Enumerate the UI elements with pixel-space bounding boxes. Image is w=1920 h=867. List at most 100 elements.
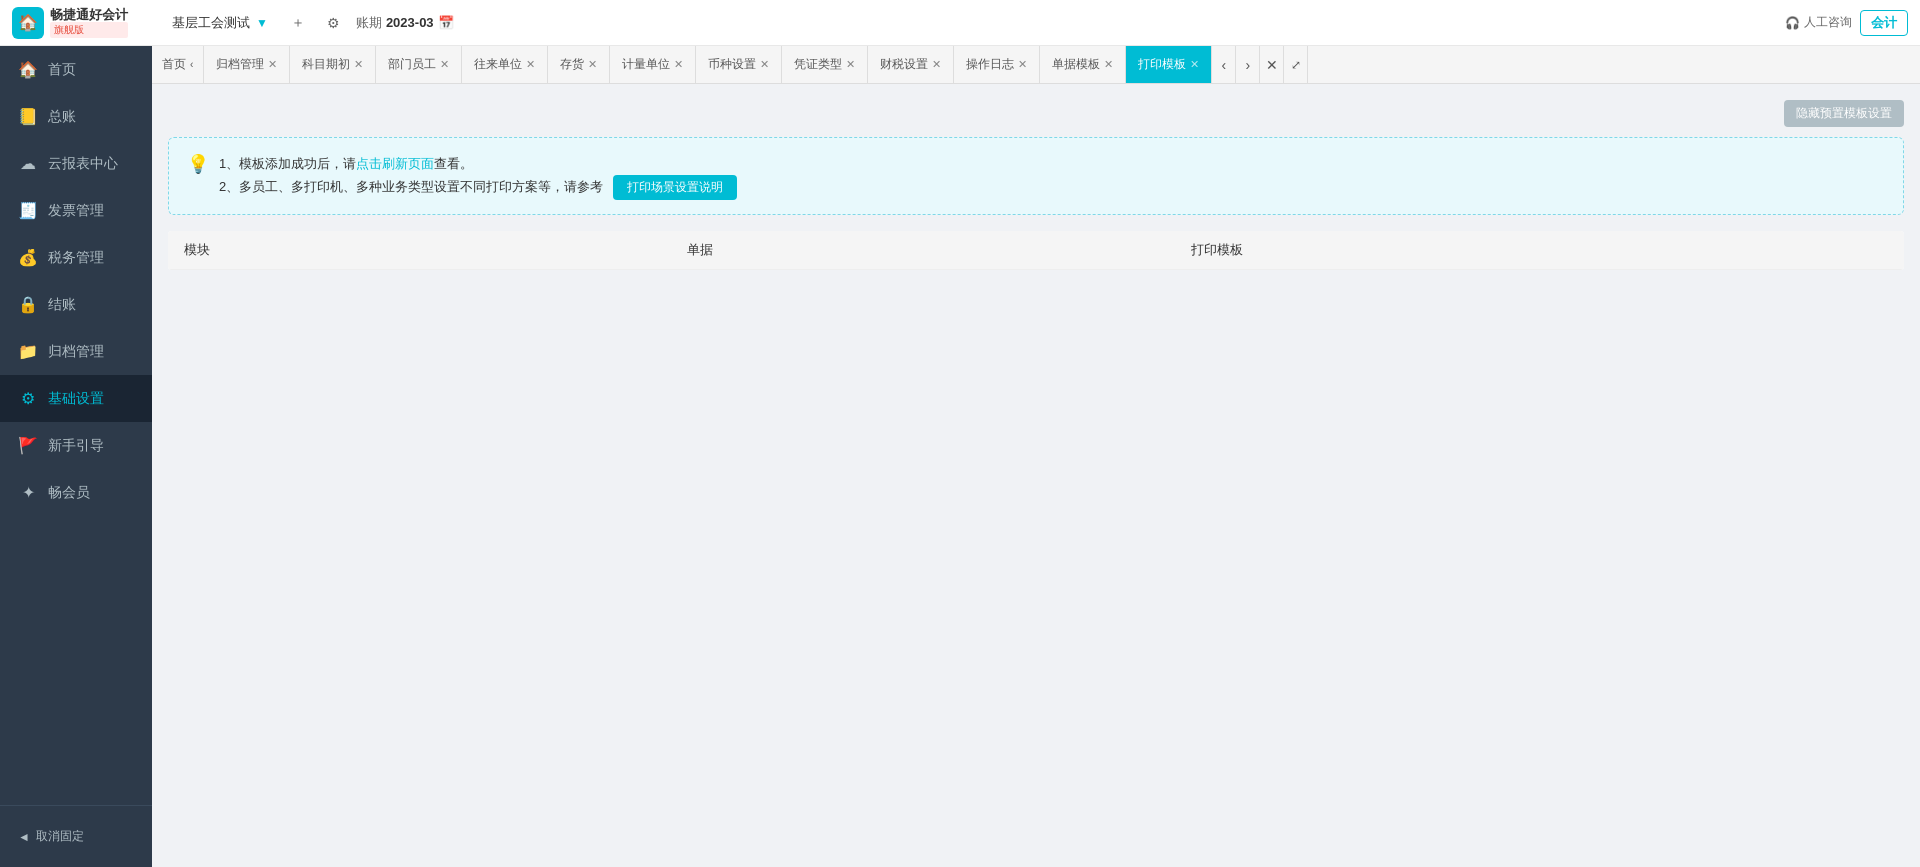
settle-icon: 🔒 xyxy=(18,295,38,314)
invoice-icon: 🧾 xyxy=(18,201,38,220)
settings-icon: ⚙ xyxy=(18,389,38,408)
tab-label-subject-init: 科目期初 xyxy=(302,56,350,73)
table-header: 模块 单据 打印模板 xyxy=(168,231,1904,270)
tab-close-subject-init[interactable]: ✕ xyxy=(354,58,363,71)
sidebar-item-invoice[interactable]: 🧾 发票管理 xyxy=(0,187,152,234)
print-template-table: 模块 单据 打印模板 xyxy=(168,231,1904,270)
tab-close-all-button[interactable]: ✕ xyxy=(1260,46,1284,83)
lightbulb-icon: 💡 xyxy=(187,153,209,175)
sidebar-item-settings[interactable]: ⚙ 基础设置 xyxy=(0,375,152,422)
tab-home[interactable]: 首页 ‹ xyxy=(152,46,204,83)
tab-close-inventory[interactable]: ✕ xyxy=(588,58,597,71)
info-box: 💡 1、模板添加成功后，请点击刷新页面查看。 2、多员工、多打印机、多种业务类型… xyxy=(168,137,1904,215)
tab-label-tax-settings: 财税设置 xyxy=(880,56,928,73)
dropdown-arrow-icon: ▼ xyxy=(256,16,268,30)
header-right: 🎧 人工咨询 会计 xyxy=(1785,10,1908,36)
sidebar-item-guide[interactable]: 🚩 新手引导 xyxy=(0,422,152,469)
tab-close-op-log[interactable]: ✕ xyxy=(1018,58,1027,71)
period-label: 账期 xyxy=(356,14,382,32)
tab-close-tax-settings[interactable]: ✕ xyxy=(932,58,941,71)
period-value: 2023-03 xyxy=(386,15,434,30)
col-bill: 单据 xyxy=(671,231,1174,270)
service-label: 人工咨询 xyxy=(1804,14,1852,31)
tab-close-archive-mgmt[interactable]: ✕ xyxy=(268,58,277,71)
sidebar-label-invoice: 发票管理 xyxy=(48,202,104,220)
tab-close-dept-staff[interactable]: ✕ xyxy=(440,58,449,71)
tab-currency[interactable]: 币种设置 ✕ xyxy=(696,46,782,83)
sidebar-item-ledger[interactable]: 📒 总账 xyxy=(0,93,152,140)
tab-voucher-type[interactable]: 凭证类型 ✕ xyxy=(782,46,868,83)
ledger-icon: 📒 xyxy=(18,107,38,126)
tab-dept-staff[interactable]: 部门员工 ✕ xyxy=(376,46,462,83)
tab-close-voucher-type[interactable]: ✕ xyxy=(846,58,855,71)
sidebar-label-ledger: 总账 xyxy=(48,108,76,126)
table-header-row: 模块 单据 打印模板 xyxy=(168,231,1904,270)
refresh-link[interactable]: 点击刷新页面 xyxy=(356,156,434,171)
tab-archive-mgmt[interactable]: 归档管理 ✕ xyxy=(204,46,290,83)
page-content: 隐藏预置模板设置 💡 1、模板添加成功后，请点击刷新页面查看。 2、多员工、多打… xyxy=(152,84,1920,867)
add-button[interactable]: ＋ xyxy=(284,9,312,37)
sidebar-item-home[interactable]: 🏠 首页 xyxy=(0,46,152,93)
logo-area: 🏠 畅捷通好会计 旗舰版 xyxy=(12,7,164,39)
cloud-icon: ☁ xyxy=(18,154,38,173)
tab-next-button[interactable]: › xyxy=(1236,46,1260,83)
tab-subject-init[interactable]: 科目期初 ✕ xyxy=(290,46,376,83)
explain-button[interactable]: 打印场景设置说明 xyxy=(613,175,737,200)
sidebar-label-member: 畅会员 xyxy=(48,484,90,502)
main-layout: 🏠 首页 📒 总账 ☁ 云报表中心 🧾 发票管理 💰 税务管理 🔒 结账 📁 归… xyxy=(0,46,1920,867)
tab-unit[interactable]: 计量单位 ✕ xyxy=(610,46,696,83)
cancel-pin-button[interactable]: ◄ 取消固定 xyxy=(0,818,152,855)
sidebar-item-tax[interactable]: 💰 税务管理 xyxy=(0,234,152,281)
header-actions: ＋ ⚙ xyxy=(284,9,348,37)
guide-icon: 🚩 xyxy=(18,436,38,455)
content-area: 首页 ‹ 归档管理 ✕ 科目期初 ✕ 部门员工 ✕ 往来单位 ✕ 存货 ✕ xyxy=(152,46,1920,867)
calendar-icon[interactable]: 📅 xyxy=(438,15,454,30)
info-line1-prefix: 1、模板添加成功后，请 xyxy=(219,156,356,171)
tab-expand-button[interactable]: ⤢ xyxy=(1284,46,1308,83)
col-module: 模块 xyxy=(168,231,671,270)
sidebar-item-settle[interactable]: 🔒 结账 xyxy=(0,281,152,328)
archive-icon: 📁 xyxy=(18,342,38,361)
sidebar-item-archive[interactable]: 📁 归档管理 xyxy=(0,328,152,375)
app-subtitle: 旗舰版 xyxy=(50,22,128,38)
tab-close-print-template[interactable]: ✕ xyxy=(1190,58,1199,71)
tab-label-print-template: 打印模板 xyxy=(1138,56,1186,73)
tab-label-unit: 计量单位 xyxy=(622,56,670,73)
sidebar-item-member[interactable]: ✦ 畅会员 xyxy=(0,469,152,516)
tax-icon: 💰 xyxy=(18,248,38,267)
tab-op-log[interactable]: 操作日志 ✕ xyxy=(954,46,1040,83)
tab-label-op-log: 操作日志 xyxy=(966,56,1014,73)
kuaiji-button[interactable]: 会计 xyxy=(1860,10,1908,36)
tab-label-dept-staff: 部门员工 xyxy=(388,56,436,73)
tab-label-voucher-type: 凭证类型 xyxy=(794,56,842,73)
pin-icon: ◄ xyxy=(18,830,30,844)
service-button[interactable]: 🎧 人工咨询 xyxy=(1785,14,1852,31)
tab-tax-settings[interactable]: 财税设置 ✕ xyxy=(868,46,954,83)
home-icon: 🏠 xyxy=(18,60,38,79)
info-content: 1、模板添加成功后，请点击刷新页面查看。 2、多员工、多打印机、多种业务类型设置… xyxy=(219,152,737,200)
info-line2-prefix: 2、多员工、多打印机、多种业务类型设置不同打印方案等，请参考 xyxy=(219,179,603,194)
info-line1: 1、模板添加成功后，请点击刷新页面查看。 xyxy=(219,152,737,175)
settings-button[interactable]: ⚙ xyxy=(320,9,348,37)
tab-label-counterpart: 往来单位 xyxy=(474,56,522,73)
home-tab-label: 首页 xyxy=(162,56,186,73)
tab-close-unit[interactable]: ✕ xyxy=(674,58,683,71)
tab-bill-template[interactable]: 单据模板 ✕ xyxy=(1040,46,1126,83)
tab-counterpart[interactable]: 往来单位 ✕ xyxy=(462,46,548,83)
sidebar-item-reports[interactable]: ☁ 云报表中心 xyxy=(0,140,152,187)
page-top-actions: 隐藏预置模板设置 xyxy=(168,100,1904,127)
company-name: 基层工会测试 xyxy=(172,14,250,32)
company-selector[interactable]: 基层工会测试 ▼ xyxy=(164,10,276,36)
tab-label-archive-mgmt: 归档管理 xyxy=(216,56,264,73)
tab-prev-button[interactable]: ‹ xyxy=(1212,46,1236,83)
tab-inventory[interactable]: 存货 ✕ xyxy=(548,46,610,83)
sidebar-label-archive: 归档管理 xyxy=(48,343,104,361)
sidebar-label-reports: 云报表中心 xyxy=(48,155,118,173)
tab-print-template[interactable]: 打印模板 ✕ xyxy=(1126,46,1212,83)
tab-close-currency[interactable]: ✕ xyxy=(760,58,769,71)
tab-close-bill-template[interactable]: ✕ xyxy=(1104,58,1113,71)
chevron-left-icon[interactable]: ‹ xyxy=(190,59,193,70)
hide-template-button[interactable]: 隐藏预置模板设置 xyxy=(1784,100,1904,127)
tab-close-counterpart[interactable]: ✕ xyxy=(526,58,535,71)
top-header: 🏠 畅捷通好会计 旗舰版 基层工会测试 ▼ ＋ ⚙ 账期 2023-03 📅 🎧… xyxy=(0,0,1920,46)
